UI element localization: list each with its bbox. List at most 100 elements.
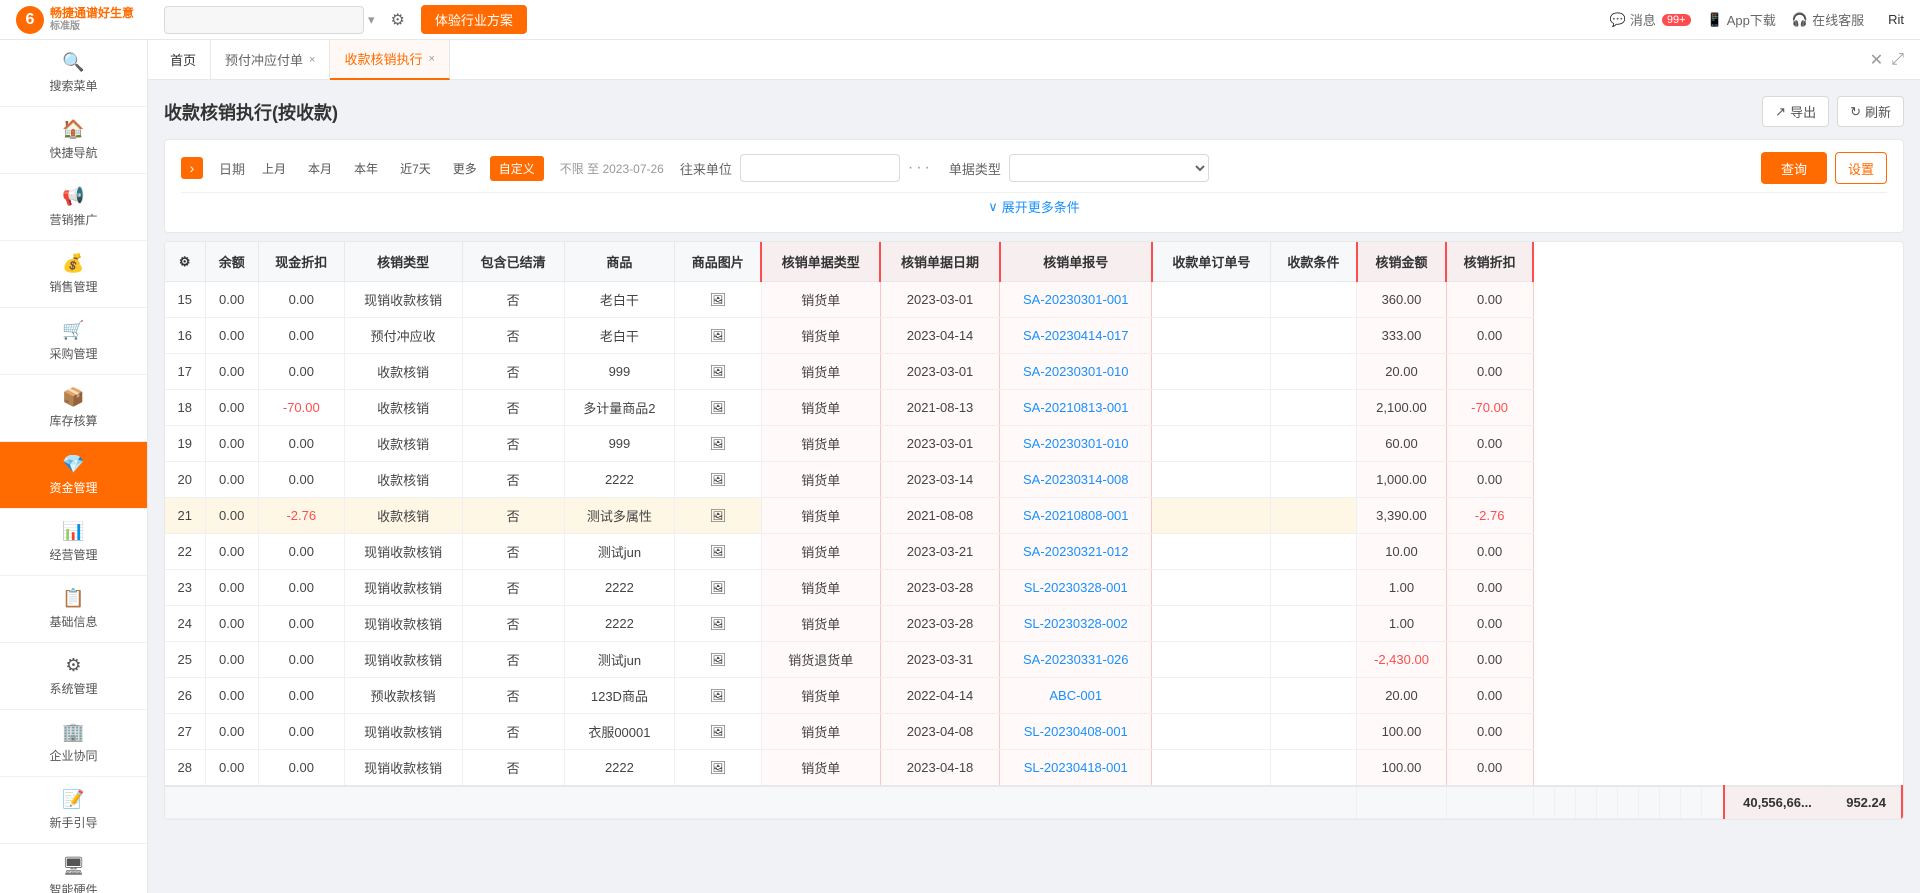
cell-verify-type: 收款核销 [344, 462, 462, 498]
cell-verify-bill-no[interactable]: SA-20210813-001 [1000, 390, 1152, 426]
cell-verify-bill-no[interactable]: SL-20230418-001 [1000, 750, 1152, 787]
cell-verify-amount: 20.00 [1357, 354, 1446, 390]
cell-verify-bill-date: 2023-04-08 [880, 714, 999, 750]
app-download-item[interactable]: 📱 App下载 [1707, 10, 1776, 29]
home-icon: 🏠 [62, 119, 84, 140]
cell-verify-bill-no[interactable]: SA-20230331-026 [1000, 642, 1152, 678]
trial-button[interactable]: 体验行业方案 [421, 5, 527, 34]
cell-product: 999 [564, 354, 675, 390]
cell-include-settled: 否 [462, 426, 564, 462]
cell-product: 123D商品 [564, 678, 675, 714]
chevron-down-icon[interactable]: ▾ [368, 12, 375, 28]
tab-receipt[interactable]: 收款核销执行 × [330, 40, 449, 80]
app-download-label: App下载 [1727, 10, 1776, 29]
search-input[interactable] [164, 6, 364, 34]
cell-verify-bill-no[interactable]: SL-20230328-002 [1000, 606, 1152, 642]
cell-verify-bill-no[interactable]: SA-20230301-010 [1000, 426, 1152, 462]
bill-no-link[interactable]: SA-20230301-010 [1023, 364, 1129, 379]
cell-receipt-order [1152, 750, 1271, 787]
sidebar-item-marketing[interactable]: 📢 营销推广 [0, 174, 147, 241]
bill-no-link[interactable]: SA-20210813-001 [1023, 400, 1129, 415]
cell-verify-bill-date: 2021-08-08 [880, 498, 999, 534]
bill-no-link[interactable]: SL-20230418-001 [1024, 760, 1128, 775]
cell-verify-bill-no[interactable]: SL-20230408-001 [1000, 714, 1152, 750]
cell-include-settled: 否 [462, 318, 564, 354]
cell-balance: 0.00 [205, 282, 258, 318]
sidebar-item-inventory[interactable]: 📦 库存核算 [0, 375, 147, 442]
refresh-button[interactable]: ↻ 刷新 [1837, 96, 1904, 127]
tab-home-label: 首页 [170, 50, 196, 69]
date-btn-7days[interactable]: 近7天 [391, 156, 440, 181]
filter-row: › 日期 上月 本月 本年 近7天 更多 自定义 不限 至 2023-07-26 [181, 152, 1887, 184]
bill-no-link[interactable]: ABC-001 [1049, 688, 1102, 703]
bill-no-link[interactable]: SL-20230328-001 [1024, 580, 1128, 595]
sidebar-item-basicinfo[interactable]: 📋 基础信息 [0, 576, 147, 643]
bill-no-link[interactable]: SA-20230331-026 [1023, 652, 1129, 667]
sidebar-item-system[interactable]: ⚙ 系统管理 [0, 643, 147, 710]
date-btn-lastmonth[interactable]: 上月 [253, 156, 295, 181]
query-button[interactable]: 查询 [1761, 152, 1827, 184]
table-header-row: ⚙ 余额 现金折扣 核销类型 包含已结清 商品 商品图片 核销单据类型 核销单据… [165, 242, 1902, 282]
tab-prepay[interactable]: 预付冲应付单 × [211, 40, 330, 80]
cell-include-settled: 否 [462, 534, 564, 570]
bill-no-link[interactable]: SA-20230301-010 [1023, 436, 1129, 451]
bill-no-link[interactable]: SA-20230321-012 [1023, 544, 1129, 559]
cell-verify-type: 收款核销 [344, 426, 462, 462]
sidebar-item-enterprise[interactable]: 🏢 企业协同 [0, 710, 147, 777]
maximize-icon[interactable]: ⤢ [1891, 51, 1904, 69]
sidebar-item-purchase[interactable]: 🛒 采购管理 [0, 308, 147, 375]
tab-receipt-label: 收款核销执行 [344, 49, 422, 68]
sidebar-item-search[interactable]: 🔍 搜索菜单 [0, 40, 147, 107]
bill-no-link[interactable]: SA-20210808-001 [1023, 508, 1129, 523]
filter-toggle[interactable]: › [181, 157, 203, 179]
cell-verify-bill-no[interactable]: ABC-001 [1000, 678, 1152, 714]
cell-verify-bill-no[interactable]: SA-20230321-012 [1000, 534, 1152, 570]
date-btn-more[interactable]: 更多 [444, 156, 486, 181]
expand-more-btn[interactable]: ∨ 展开更多条件 [181, 192, 1887, 220]
sidebar-item-finance[interactable]: 💎 资金管理 [0, 442, 147, 509]
cell-verify-bill-no[interactable]: SL-20230328-001 [1000, 570, 1152, 606]
export-icon: ↗ [1775, 104, 1786, 120]
col-settings[interactable]: ⚙ [165, 242, 205, 282]
search-area[interactable]: ▾ [164, 6, 375, 34]
cell-verify-type: 预付冲应收 [344, 318, 462, 354]
sidebar-item-sales[interactable]: 💰 销售管理 [0, 241, 147, 308]
date-btn-thisyear[interactable]: 本年 [345, 156, 387, 181]
cell-receipt-order [1152, 714, 1271, 750]
export-button[interactable]: ↗ 导出 [1762, 96, 1829, 127]
from-unit-input[interactable] [740, 154, 900, 182]
bill-no-link[interactable]: SL-20230328-002 [1024, 616, 1128, 631]
cell-verify-bill-no[interactable]: SA-20230314-008 [1000, 462, 1152, 498]
cell-verify-bill-type: 销货退货单 [761, 642, 880, 678]
cell-verify-bill-date: 2023-03-14 [880, 462, 999, 498]
single-type-select[interactable] [1009, 154, 1209, 182]
sidebar-item-hardware[interactable]: 🖥 智能硬件 [0, 844, 147, 893]
bill-no-link[interactable]: SL-20230408-001 [1024, 724, 1128, 739]
sidebar-item-guide[interactable]: 📝 新手引导 [0, 777, 147, 844]
close-window-icon[interactable]: ✕ [1870, 50, 1883, 70]
tab-receipt-close[interactable]: × [428, 53, 434, 65]
sidebar-item-business[interactable]: 📊 经营管理 [0, 509, 147, 576]
cell-verify-bill-no[interactable]: SA-20230414-017 [1000, 318, 1152, 354]
settings-button[interactable]: 设置 [1835, 152, 1887, 184]
col-verify-bill-no: 核销单报号 [1000, 242, 1152, 282]
cell-verify-bill-no[interactable]: SA-20230301-001 [1000, 282, 1152, 318]
date-btn-custom[interactable]: 自定义 [490, 156, 544, 181]
tab-home[interactable]: 首页 [156, 40, 211, 80]
online-service-item[interactable]: 🎧 在线客服 [1792, 10, 1864, 29]
cell-receipt-condition [1270, 678, 1356, 714]
user-name[interactable]: Rit [1888, 12, 1904, 27]
bill-no-link[interactable]: SA-20230414-017 [1023, 328, 1129, 343]
sidebar-item-quicknav[interactable]: 🏠 快捷导航 [0, 107, 147, 174]
tab-prepay-close[interactable]: × [309, 54, 315, 66]
bill-no-link[interactable]: SA-20230301-001 [1023, 292, 1129, 307]
bill-no-link[interactable]: SA-20230314-008 [1023, 472, 1129, 487]
gear-icon[interactable]: ⚙ [391, 10, 405, 30]
settings-icon: ⚙ [179, 254, 191, 269]
date-btn-thismonth[interactable]: 本月 [299, 156, 341, 181]
marketing-icon: 📢 [62, 186, 84, 207]
message-item[interactable]: 💬 消息 99+ [1610, 10, 1691, 29]
cell-verify-bill-no[interactable]: SA-20210808-001 [1000, 498, 1152, 534]
main-layout: 🔍 搜索菜单 🏠 快捷导航 📢 营销推广 💰 销售管理 🛒 采购管理 📦 库存核… [0, 40, 1920, 893]
cell-verify-bill-no[interactable]: SA-20230301-010 [1000, 354, 1152, 390]
